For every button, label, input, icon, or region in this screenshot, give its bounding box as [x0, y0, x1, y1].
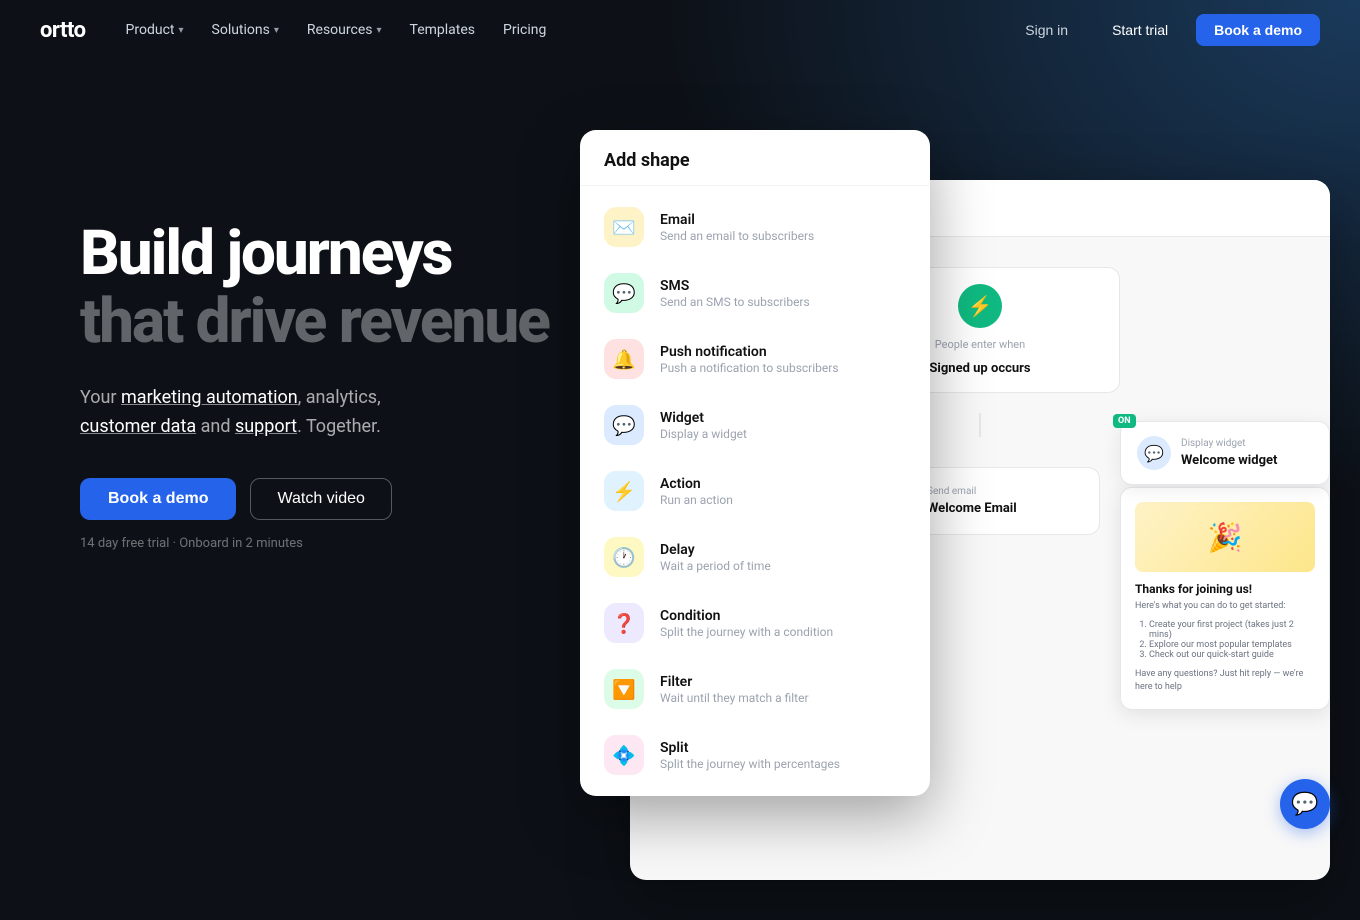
email-preview-list: Create your first project (takes just 2 … — [1135, 620, 1315, 660]
start-trial-button[interactable]: Start trial — [1096, 15, 1184, 45]
shape-name-5: Delay — [660, 542, 771, 558]
nav-right: Sign in Start trial Book a demo — [1009, 14, 1320, 46]
shape-desc-5: Wait a period of time — [660, 559, 771, 573]
shape-name-3: Widget — [660, 410, 747, 426]
chat-widget[interactable]: 💬 — [1280, 779, 1330, 829]
shape-desc-0: Send an email to subscribers — [660, 229, 814, 243]
email-preview-list-item-0: Create your first project (takes just 2 … — [1149, 620, 1315, 640]
marketing-automation-link[interactable]: marketing automation — [121, 387, 298, 408]
shape-name-7: Filter — [660, 674, 809, 690]
shape-name-8: Split — [660, 740, 840, 756]
add-shape-header: Add shape — [580, 130, 930, 186]
shape-item-split[interactable]: 💠 Split Split the journey with percentag… — [580, 722, 930, 788]
nav-links: Product ▾Solutions ▾Resources ▾Templates… — [114, 16, 1002, 44]
add-shape-panel: Add shape ✉️ Email Send an email to subs… — [580, 130, 930, 796]
chevron-icon: ▾ — [376, 25, 381, 36]
shape-item-sms[interactable]: 💬 SMS Send an SMS to subscribers — [580, 260, 930, 326]
hero-heading-bold: Build journeys — [80, 220, 600, 288]
book-demo-nav-button[interactable]: Book a demo — [1196, 14, 1320, 46]
shape-name-0: Email — [660, 212, 814, 228]
shape-desc-1: Send an SMS to subscribers — [660, 295, 810, 309]
brand-logo[interactable]: ortto — [40, 18, 86, 43]
nav-item-solutions[interactable]: Solutions ▾ — [200, 16, 291, 44]
connector-1 — [979, 413, 981, 437]
hero-subtext: Your marketing automation, analytics, cu… — [80, 384, 500, 442]
shape-item-action[interactable]: ⚡ Action Run an action — [580, 458, 930, 524]
navbar: ortto Product ▾Solutions ▾Resources ▾Tem… — [0, 0, 1360, 60]
widget-badge: ON — [1113, 414, 1136, 428]
trigger-icon: ⚡ — [958, 284, 1002, 328]
chat-bubble-icon[interactable]: 💬 — [1280, 779, 1330, 829]
chevron-icon: ▾ — [178, 25, 183, 36]
shape-desc-6: Split the journey with a condition — [660, 625, 833, 639]
email-preview-banner: 🎉 — [1135, 502, 1315, 572]
nav-item-templates[interactable]: Templates — [398, 16, 488, 44]
email-preview-title: Thanks for joining us! — [1135, 582, 1315, 596]
hero-right: ← Welcome journey ⚡ People enter when Si… — [580, 80, 1360, 920]
watch-video-button[interactable]: Watch video — [250, 478, 391, 520]
shape-name-1: SMS — [660, 278, 810, 294]
shape-text-5: Delay Wait a period of time — [660, 542, 771, 573]
shape-name-4: Action — [660, 476, 733, 492]
shape-icon-condition: ❓ — [604, 603, 644, 643]
support-link[interactable]: support — [235, 416, 297, 437]
shape-text-1: SMS Send an SMS to subscribers — [660, 278, 810, 309]
customer-data-link[interactable]: customer data — [80, 416, 196, 437]
shape-icon-action: ⚡ — [604, 471, 644, 511]
trigger-line1: People enter when — [935, 338, 1025, 351]
nav-item-pricing[interactable]: Pricing — [491, 16, 558, 44]
add-shape-title: Add shape — [604, 150, 906, 171]
shape-icon-email: ✉️ — [604, 207, 644, 247]
nav-item-product[interactable]: Product ▾ — [114, 16, 196, 44]
trigger-line2: Signed up occurs — [929, 361, 1030, 376]
signin-button[interactable]: Sign in — [1009, 15, 1084, 45]
shape-desc-4: Run an action — [660, 493, 733, 507]
shape-text-7: Filter Wait until they match a filter — [660, 674, 809, 705]
shape-desc-7: Wait until they match a filter — [660, 691, 809, 705]
email-preview-card: 🎉 Thanks for joining us! Here's what you… — [1120, 487, 1330, 710]
email-preview-footer: Have any questions? Just hit reply — we'… — [1135, 668, 1315, 695]
book-demo-hero-button[interactable]: Book a demo — [80, 478, 236, 520]
shape-icon-delay: 🕐 — [604, 537, 644, 577]
email-card-text: Send email Welcome Email — [927, 486, 1017, 516]
email-preview-body: Here's what you can do to get started: — [1135, 600, 1315, 614]
hero-buttons: Book a demo Watch video — [80, 478, 600, 520]
shape-text-6: Condition Split the journey with a condi… — [660, 608, 833, 639]
shape-item-filter[interactable]: 🔽 Filter Wait until they match a filter — [580, 656, 930, 722]
hero-section: Build journeys that drive revenue Your m… — [0, 60, 1360, 859]
shape-icon-widget: 💬 — [604, 405, 644, 445]
shape-list: ✉️ Email Send an email to subscribers 💬 … — [580, 186, 930, 796]
shape-item-push-notification[interactable]: 🔔 Push notification Push a notification … — [580, 326, 930, 392]
shape-item-condition[interactable]: ❓ Condition Split the journey with a con… — [580, 590, 930, 656]
widget-card[interactable]: ON 💬 Display widget Welcome widget — [1120, 421, 1330, 485]
hero-footnote: 14 day free trial · Onboard in 2 minutes — [80, 536, 600, 551]
email-preview-list-item-2: Check out our quick-start guide — [1149, 650, 1315, 660]
shape-item-email[interactable]: ✉️ Email Send an email to subscribers — [580, 194, 930, 260]
shape-icon-filter: 🔽 — [604, 669, 644, 709]
shape-text-8: Split Split the journey with percentages — [660, 740, 840, 771]
shape-icon-push-notification: 🔔 — [604, 339, 644, 379]
widget-card-text: Display widget Welcome widget — [1181, 438, 1277, 468]
shape-name-2: Push notification — [660, 344, 839, 360]
hero-heading-muted: that drive revenue — [80, 288, 600, 356]
shape-text-3: Widget Display a widget — [660, 410, 747, 441]
shape-text-2: Push notification Push a notification to… — [660, 344, 839, 375]
shape-text-4: Action Run an action — [660, 476, 733, 507]
email-preview-list-item-1: Explore our most popular templates — [1149, 640, 1315, 650]
nav-item-resources[interactable]: Resources ▾ — [295, 16, 394, 44]
shape-item-delay[interactable]: 🕐 Delay Wait a period of time — [580, 524, 930, 590]
hero-left: Build journeys that drive revenue Your m… — [80, 140, 600, 551]
shape-desc-2: Push a notification to subscribers — [660, 361, 839, 375]
shape-icon-sms: 💬 — [604, 273, 644, 313]
shape-desc-8: Split the journey with percentages — [660, 757, 840, 771]
shape-icon-split: 💠 — [604, 735, 644, 775]
chevron-icon: ▾ — [274, 25, 279, 36]
shape-name-6: Condition — [660, 608, 833, 624]
shape-text-0: Email Send an email to subscribers — [660, 212, 814, 243]
widget-card-icon: 💬 — [1137, 436, 1171, 470]
shape-item-widget[interactable]: 💬 Widget Display a widget — [580, 392, 930, 458]
shape-desc-3: Display a widget — [660, 427, 747, 441]
